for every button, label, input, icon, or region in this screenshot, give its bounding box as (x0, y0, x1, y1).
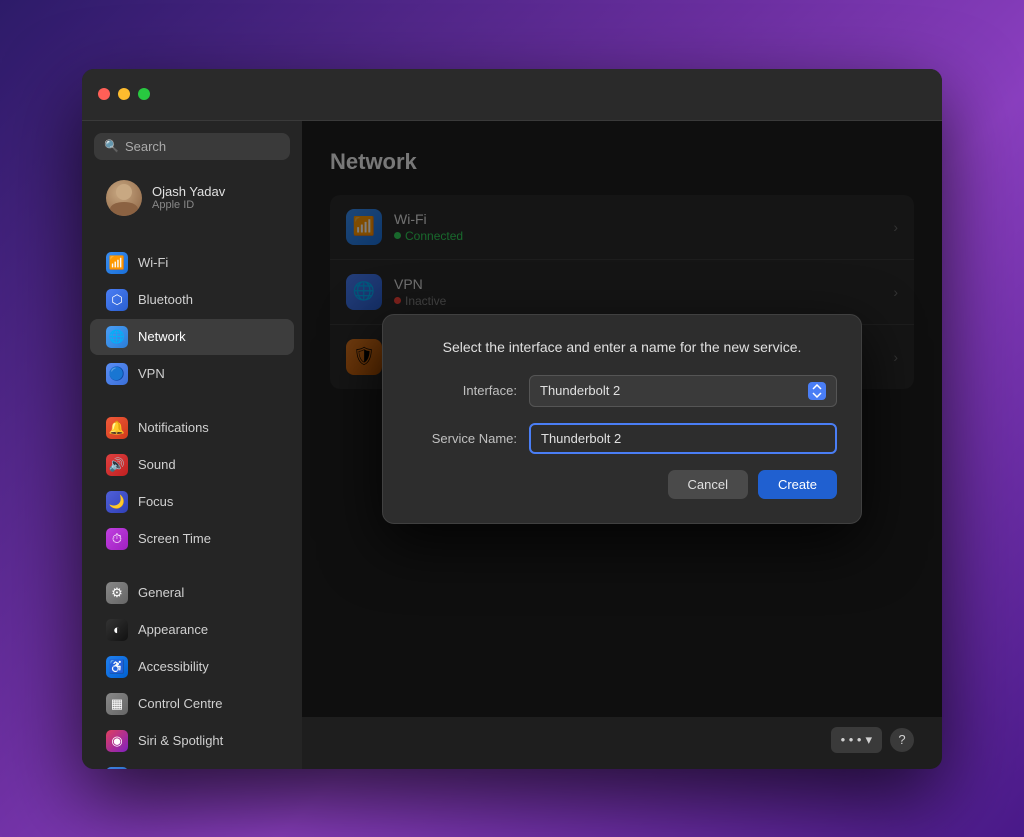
question-icon: ? (898, 732, 905, 747)
sidebar-item-wifi[interactable]: 📶 Wi-Fi (90, 245, 294, 281)
user-info: Ojash Yadav Apple ID (152, 184, 225, 211)
service-name-label: Service Name: (407, 431, 517, 446)
sidebar-item-vpn[interactable]: 🔵 VPN (90, 356, 294, 392)
dialog: Select the interface and enter a name fo… (382, 314, 862, 524)
more-actions-button[interactable]: • • • ▾ (831, 727, 882, 753)
general-icon: ⚙ (106, 582, 128, 604)
sidebar: 🔍 Ojash Yadav Apple ID (82, 121, 302, 769)
sidebar-item-focus[interactable]: 🌙 Focus (90, 484, 294, 520)
dialog-buttons: Cancel Create (407, 470, 837, 499)
sidebar-item-siri[interactable]: ◉ Siri & Spotlight (90, 723, 294, 759)
sidebar-item-screentime-label: Screen Time (138, 531, 211, 546)
sidebar-item-controlcentre[interactable]: ▦ Control Centre (90, 686, 294, 722)
close-button[interactable] (98, 88, 110, 100)
controlcentre-icon: ▦ (106, 693, 128, 715)
sidebar-section-notifications: 🔔 Notifications 🔊 Sound 🌙 Focus ⏱ Screen… (82, 409, 302, 558)
sidebar-item-focus-label: Focus (138, 494, 173, 509)
user-name: Ojash Yadav (152, 184, 225, 199)
siri-icon: ◉ (106, 730, 128, 752)
network-icon: 🌐 (106, 326, 128, 348)
help-button[interactable]: ? (890, 728, 914, 752)
interface-label: Interface: (407, 383, 517, 398)
bottom-bar: • • • ▾ ? (302, 717, 942, 769)
dialog-title: Select the interface and enter a name fo… (407, 339, 837, 355)
sidebar-item-vpn-label: VPN (138, 366, 165, 381)
sidebar-item-controlcentre-label: Control Centre (138, 696, 223, 711)
traffic-lights (98, 88, 150, 100)
sidebar-section-connectivity: 📶 Wi-Fi ⬡ Bluetooth 🌐 Network 🔵 VPN (82, 244, 302, 393)
minimize-button[interactable] (118, 88, 130, 100)
sidebar-item-general[interactable]: ⚙ General (90, 575, 294, 611)
create-button[interactable]: Create (758, 470, 837, 499)
cancel-button[interactable]: Cancel (668, 470, 748, 499)
sidebar-item-bluetooth-label: Bluetooth (138, 292, 193, 307)
sidebar-item-notifications[interactable]: 🔔 Notifications (90, 410, 294, 446)
appearance-icon: ◐ (106, 619, 128, 641)
accessibility-icon: ♿ (106, 656, 128, 678)
bluetooth-icon: ⬡ (106, 289, 128, 311)
avatar-head (116, 184, 132, 200)
modal-overlay: Select the interface and enter a name fo… (302, 121, 942, 717)
sidebar-item-screentime[interactable]: ⏱ Screen Time (90, 521, 294, 557)
user-profile[interactable]: Ojash Yadav Apple ID (90, 172, 294, 224)
title-bar (82, 69, 942, 121)
vpn-icon: 🔵 (106, 363, 128, 385)
privacy-icon: 🔒 (106, 767, 128, 769)
sidebar-item-appearance[interactable]: ◐ Appearance (90, 612, 294, 648)
sidebar-item-sound-label: Sound (138, 457, 176, 472)
user-subtitle: Apple ID (152, 199, 225, 211)
sidebar-item-privacy[interactable]: 🔒 Privacy & Security (90, 760, 294, 769)
dots-icon: • • • (841, 732, 862, 747)
main-window: 🔍 Ojash Yadav Apple ID (82, 69, 942, 769)
sidebar-item-siri-label: Siri & Spotlight (138, 733, 223, 748)
avatar-image (106, 180, 142, 216)
sidebar-item-accessibility[interactable]: ♿ Accessibility (90, 649, 294, 685)
content-wrapper: Network 📶 Wi-Fi Connected › (302, 121, 942, 769)
sidebar-item-sound[interactable]: 🔊 Sound (90, 447, 294, 483)
sidebar-item-general-label: General (138, 585, 184, 600)
sidebar-item-network[interactable]: 🌐 Network (90, 319, 294, 355)
content-area: Network 📶 Wi-Fi Connected › (302, 121, 942, 717)
sound-icon: 🔊 (106, 454, 128, 476)
search-bar[interactable]: 🔍 (94, 133, 290, 160)
sidebar-item-bluetooth[interactable]: ⬡ Bluetooth (90, 282, 294, 318)
dropdown-arrow-icon: ▾ (865, 732, 872, 748)
search-icon: 🔍 (104, 139, 119, 153)
sidebar-section-system: ⚙ General ◐ Appearance ♿ Accessibility ▦… (82, 574, 302, 769)
service-name-row: Service Name: (407, 423, 837, 454)
sidebar-item-appearance-label: Appearance (138, 622, 208, 637)
interface-select[interactable]: Thunderbolt 2 (529, 375, 837, 407)
sidebar-item-accessibility-label: Accessibility (138, 659, 209, 674)
sidebar-item-network-label: Network (138, 329, 186, 344)
avatar (106, 180, 142, 216)
service-name-input[interactable] (529, 423, 837, 454)
interface-row: Interface: Thunderbolt 2 (407, 375, 837, 407)
search-input[interactable] (125, 139, 280, 154)
maximize-button[interactable] (138, 88, 150, 100)
sidebar-item-wifi-label: Wi-Fi (138, 255, 168, 270)
avatar-body (110, 202, 138, 216)
interface-value: Thunderbolt 2 (540, 383, 620, 398)
screentime-icon: ⏱ (106, 528, 128, 550)
main-layout: 🔍 Ojash Yadav Apple ID (82, 121, 942, 769)
sidebar-item-notifications-label: Notifications (138, 420, 209, 435)
select-arrow-icon (808, 382, 826, 400)
focus-icon: 🌙 (106, 491, 128, 513)
wifi-icon: 📶 (106, 252, 128, 274)
notifications-icon: 🔔 (106, 417, 128, 439)
